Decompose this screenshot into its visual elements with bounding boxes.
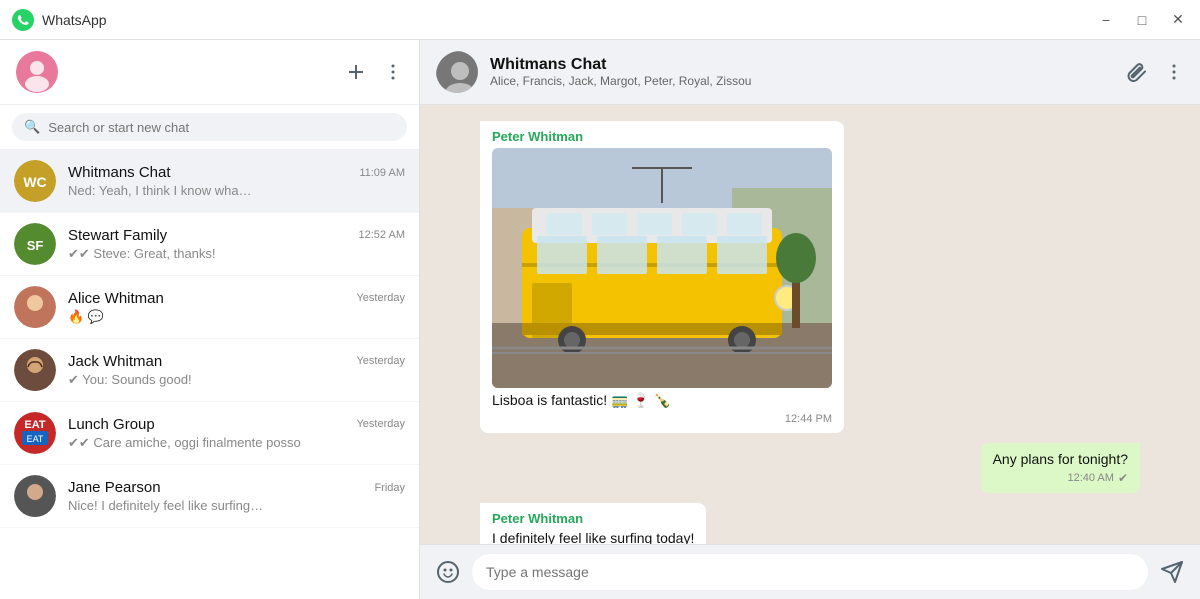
chat-time: Yesterday <box>356 418 405 430</box>
svg-text:SF: SF <box>27 238 44 253</box>
msg-time-1: 12:44 PM <box>785 413 832 425</box>
svg-text:WC: WC <box>23 174 46 190</box>
chat-header-name: Whitmans Chat <box>490 56 1114 74</box>
chat-name: Stewart Family <box>68 227 167 244</box>
message-2: Any plans for tonight? 12:40 AM ✔ <box>981 443 1140 493</box>
send-button[interactable] <box>1160 560 1184 584</box>
chat-item-jane-pearson[interactable]: Jane Pearson Friday Nice! I definitely f… <box>0 465 419 528</box>
app-body: 🔍 WC Whitmans Chat <box>0 40 1200 599</box>
chat-info-whitmans: Whitmans Chat 11:09 AM Ned: Yeah, I thin… <box>68 164 405 198</box>
chat-preview: Ned: Yeah, I think I know wha… <box>68 183 405 198</box>
chat-menu-button[interactable] <box>1164 62 1184 82</box>
message-3: Peter Whitman I definitely feel like sur… <box>480 503 706 544</box>
msg-sender-1: Peter Whitman <box>492 129 832 144</box>
msg-text-3: I definitely feel like surfing today! <box>492 530 694 544</box>
chat-time: Friday <box>374 482 405 494</box>
chat-name: Whitmans Chat <box>68 164 171 181</box>
search-input[interactable] <box>48 120 395 135</box>
chat-area: Whitmans Chat Alice, Francis, Jack, Marg… <box>420 40 1200 599</box>
search-input-wrapper[interactable]: 🔍 <box>12 113 407 141</box>
chat-item-whitmans-chat[interactable]: WC Whitmans Chat 11:09 AM Ned: Yeah, I t… <box>0 150 419 213</box>
sidebar-actions <box>345 61 403 83</box>
chat-header-members: Alice, Francis, Jack, Margot, Peter, Roy… <box>490 74 1114 88</box>
user-avatar[interactable] <box>16 51 58 93</box>
chat-item-lunch-group[interactable]: EAT EAT Lunch Group Yesterday ✔✔ Care am… <box>0 402 419 465</box>
msg-check-2: ✔ <box>1118 471 1128 485</box>
svg-text:EAT: EAT <box>27 434 44 444</box>
avatar-jack-whitman <box>14 349 56 391</box>
chat-time: 11:09 AM <box>359 167 405 179</box>
chat-time: Yesterday <box>356 355 405 367</box>
msg-image-1 <box>492 148 832 388</box>
chat-name: Jack Whitman <box>68 353 162 370</box>
chat-time: Yesterday <box>356 292 405 304</box>
search-bar: 🔍 <box>0 105 419 150</box>
search-icon: 🔍 <box>24 119 40 135</box>
message-input-area <box>420 544 1200 599</box>
message-1: Peter Whitman <box>480 121 844 433</box>
chat-item-jack-whitman[interactable]: Jack Whitman Yesterday ✔ You: Sounds goo… <box>0 339 419 402</box>
msg-meta-2: 12:40 AM ✔ <box>993 471 1128 485</box>
chat-preview: ✔✔ Steve: Great, thanks! <box>68 246 405 262</box>
msg-text-2: Any plans for tonight? <box>993 451 1128 467</box>
sidebar-header <box>0 40 419 105</box>
chat-preview: ✔✔ Care amiche, oggi finalmente posso <box>68 435 405 451</box>
new-chat-button[interactable] <box>345 61 367 83</box>
chat-name: Jane Pearson <box>68 479 161 496</box>
chat-header: Whitmans Chat Alice, Francis, Jack, Marg… <box>420 40 1200 105</box>
chat-header-actions <box>1126 61 1184 83</box>
menu-button[interactable] <box>383 62 403 82</box>
chat-name: Lunch Group <box>68 416 155 433</box>
messages-area: Peter Whitman <box>420 105 1200 544</box>
msg-text-1: Lisboa is fantastic! 🚃 🍷 🍾 <box>492 392 832 409</box>
msg-time-2: 12:40 AM <box>1067 472 1113 484</box>
minimize-button[interactable]: − <box>1096 10 1116 30</box>
avatar-stewart-family: SF <box>14 223 56 265</box>
chat-header-avatar[interactable] <box>436 51 478 93</box>
chat-preview: ✔ You: Sounds good! <box>68 372 405 388</box>
app-title: WhatsApp <box>42 12 1096 28</box>
chat-preview: 🔥 💬 <box>68 309 405 325</box>
attach-button[interactable] <box>1126 61 1148 83</box>
avatar-alice-whitman <box>14 286 56 328</box>
chat-item-alice-whitman[interactable]: Alice Whitman Yesterday 🔥 💬 <box>0 276 419 339</box>
chat-info-lunch: Lunch Group Yesterday ✔✔ Care amiche, og… <box>68 416 405 451</box>
avatar-jane-pearson <box>14 475 56 517</box>
chat-preview: Nice! I definitely feel like surfing… <box>68 498 405 513</box>
msg-sender-3: Peter Whitman <box>492 511 694 526</box>
msg-meta-1: 12:44 PM <box>492 413 832 425</box>
svg-text:EAT: EAT <box>24 419 45 431</box>
chat-name: Alice Whitman <box>68 290 164 307</box>
tram-illustration <box>492 148 832 388</box>
chat-info-jane: Jane Pearson Friday Nice! I definitely f… <box>68 479 405 513</box>
message-input-wrapper[interactable] <box>472 554 1148 590</box>
chat-header-info: Whitmans Chat Alice, Francis, Jack, Marg… <box>490 56 1114 88</box>
chat-info-jack: Jack Whitman Yesterday ✔ You: Sounds goo… <box>68 353 405 388</box>
whatsapp-logo-icon <box>12 9 34 31</box>
maximize-button[interactable]: □ <box>1132 10 1152 30</box>
message-input[interactable] <box>486 564 1134 580</box>
chat-list: WC Whitmans Chat 11:09 AM Ned: Yeah, I t… <box>0 150 419 599</box>
chat-info-stewart: Stewart Family 12:52 AM ✔✔ Steve: Great,… <box>68 227 405 262</box>
avatar-lunch-group: EAT EAT <box>14 412 56 454</box>
avatar-whitmans-chat: WC <box>14 160 56 202</box>
close-button[interactable]: ✕ <box>1168 10 1188 30</box>
chat-item-stewart-family[interactable]: SF Stewart Family 12:52 AM ✔✔ Steve: Gre… <box>0 213 419 276</box>
window-controls: − □ ✕ <box>1096 10 1188 30</box>
sidebar: 🔍 WC Whitmans Chat <box>0 40 420 599</box>
titlebar: WhatsApp − □ ✕ <box>0 0 1200 40</box>
emoji-button[interactable] <box>436 560 460 584</box>
chat-info-alice: Alice Whitman Yesterday 🔥 💬 <box>68 290 405 325</box>
chat-time: 12:52 AM <box>359 229 405 241</box>
